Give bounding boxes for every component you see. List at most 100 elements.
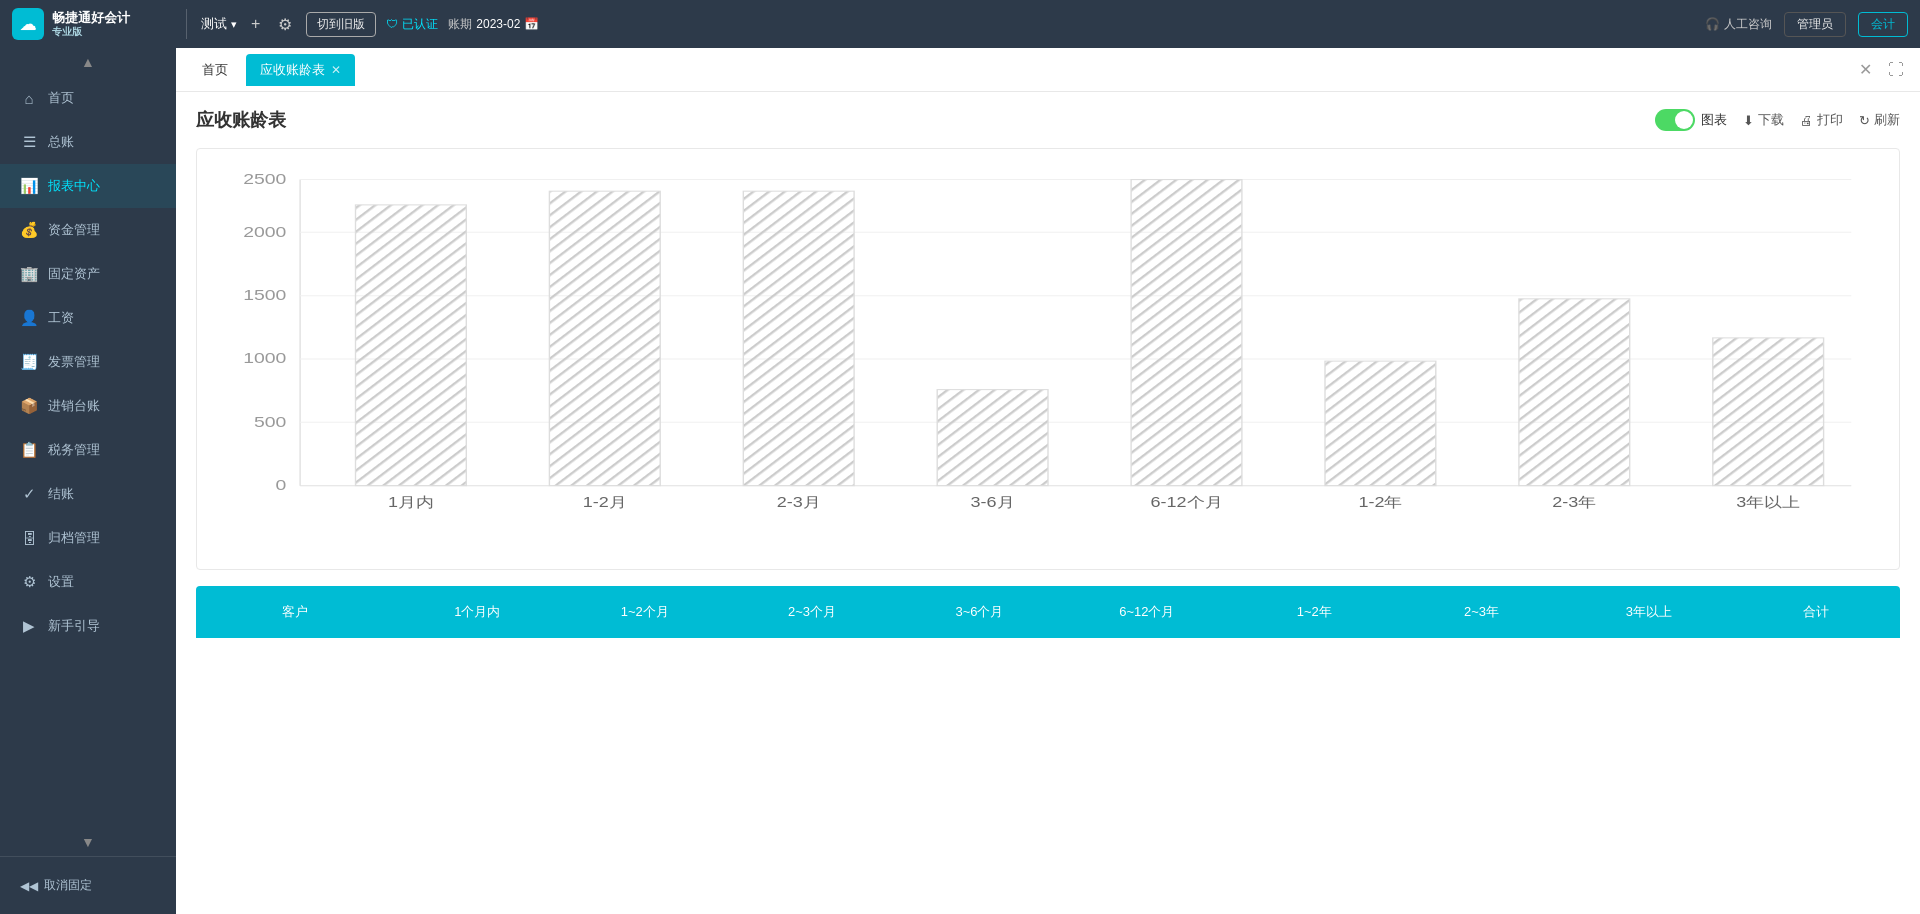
th-3year-plus: 3年以上 (1565, 603, 1732, 621)
project-selector[interactable]: 测试 ▾ (201, 15, 237, 33)
guide-icon: ▶ (20, 617, 38, 635)
accountant-button[interactable]: 会计 (1858, 12, 1908, 37)
svg-text:1-2年: 1-2年 (1358, 495, 1402, 510)
report-header: 应收账龄表 图表 ⬇ 下载 🖨 打印 (196, 108, 1900, 132)
tab-report[interactable]: 应收账龄表 ✕ (246, 54, 355, 86)
report-title: 应收账龄表 (196, 108, 286, 132)
report-container: 应收账龄表 图表 ⬇ 下载 🖨 打印 (176, 92, 1920, 914)
sidebar-item-settings[interactable]: ⚙ 设置 (0, 560, 176, 604)
bar-3年以上 (1713, 338, 1824, 486)
sidebar-scroll-up[interactable]: ▲ (79, 52, 97, 72)
expand-icon[interactable]: ⛶ (1884, 57, 1908, 83)
bar-2-3年 (1519, 299, 1630, 486)
sidebar-item-label: 进销台账 (48, 397, 100, 415)
app-edition: 专业版 (52, 26, 130, 38)
sidebar-item-assets[interactable]: 🏢 固定资产 (0, 252, 176, 296)
svg-text:2000: 2000 (243, 223, 286, 240)
sidebar-item-reports[interactable]: 📊 报表中心 (0, 164, 176, 208)
settings-button[interactable]: ⚙ (274, 11, 296, 38)
svg-text:1-2月: 1-2月 (583, 495, 627, 510)
sidebar-item-label: 报表中心 (48, 177, 100, 195)
sidebar-item-label: 固定资产 (48, 265, 100, 283)
archive-icon: 🗄 (20, 530, 38, 547)
refresh-button[interactable]: ↻ 刷新 (1859, 111, 1900, 129)
sidebar-item-label: 发票管理 (48, 353, 100, 371)
customer-service-button[interactable]: 🎧 人工咨询 (1705, 16, 1772, 33)
svg-text:2-3年: 2-3年 (1552, 495, 1596, 510)
print-icon: 🖨 (1800, 113, 1813, 128)
settings-sidebar-icon: ⚙ (20, 573, 38, 591)
print-button[interactable]: 🖨 打印 (1800, 111, 1843, 129)
calendar-icon[interactable]: 📅 (524, 17, 539, 31)
svg-text:1月内: 1月内 (388, 495, 434, 510)
sidebar-item-funds[interactable]: 💰 资金管理 (0, 208, 176, 252)
svg-text:500: 500 (254, 413, 286, 430)
sidebar-item-guide[interactable]: ▶ 新手引导 (0, 604, 176, 648)
content-area: 首页 应收账龄表 ✕ ✕ ⛶ 应收账龄表 图表 (176, 48, 1920, 914)
sidebar-item-label: 税务管理 (48, 441, 100, 459)
chart-toggle-switch[interactable] (1655, 109, 1695, 131)
bar-1月内 (356, 205, 467, 486)
sidebar: ▲ ⌂ 首页 ☰ 总账 📊 报表中心 💰 资金管理 🏢 固定资产 (0, 48, 176, 914)
logo-text: 畅捷通好会计 专业版 (52, 10, 130, 38)
tab-home[interactable]: 首页 (188, 54, 242, 86)
app-name: 畅捷通好会计 (52, 10, 130, 26)
pin-icon: ◀◀ (20, 879, 38, 893)
sidebar-item-label: 设置 (48, 573, 74, 591)
sidebar-scroll-down[interactable]: ▼ (79, 832, 97, 852)
svg-text:1000: 1000 (243, 350, 286, 367)
tab-close-icon[interactable]: ✕ (331, 63, 341, 77)
funds-icon: 💰 (20, 221, 38, 239)
refresh-icon: ↻ (1859, 113, 1870, 128)
sidebar-item-label: 结账 (48, 485, 74, 503)
manager-button[interactable]: 管理员 (1784, 12, 1846, 37)
svg-text:2500: 2500 (243, 170, 286, 187)
tab-bar-right: ✕ ⛶ (1855, 56, 1908, 83)
add-button[interactable]: + (247, 11, 264, 37)
close-window-icon[interactable]: ✕ (1855, 56, 1876, 83)
logo-icon: ☁ (12, 8, 44, 40)
salary-icon: 👤 (20, 309, 38, 327)
sidebar-item-tax[interactable]: 📋 税务管理 (0, 428, 176, 472)
sidebar-item-label: 总账 (48, 133, 74, 151)
th-1-2year: 1~2年 (1231, 603, 1398, 621)
download-button[interactable]: ⬇ 下载 (1743, 111, 1784, 129)
svg-text:0: 0 (275, 476, 286, 493)
sidebar-item-archive[interactable]: 🗄 归档管理 (0, 516, 176, 560)
print-label: 打印 (1817, 111, 1843, 129)
th-2-3month: 2~3个月 (728, 603, 895, 621)
topbar-right: 🎧 人工咨询 管理员 会计 (1705, 12, 1908, 37)
sidebar-item-label: 新手引导 (48, 617, 100, 635)
th-1month: 1个月内 (394, 603, 561, 621)
inventory-icon: 📦 (20, 397, 38, 415)
svg-text:1500: 1500 (243, 286, 286, 303)
sidebar-item-invoice[interactable]: 🧾 发票管理 (0, 340, 176, 384)
th-total: 合计 (1733, 603, 1900, 621)
switch-old-version-button[interactable]: 切到旧版 (306, 12, 376, 37)
sidebar-item-ledger[interactable]: ☰ 总账 (0, 120, 176, 164)
tab-report-label: 应收账龄表 (260, 61, 325, 79)
headset-icon: 🎧 (1705, 17, 1720, 31)
pin-label: 取消固定 (44, 877, 92, 894)
gear-icon: ⚙ (278, 15, 292, 34)
bar-1-2月 (549, 191, 660, 486)
home-icon: ⌂ (20, 90, 38, 107)
th-2-3year: 2~3年 (1398, 603, 1565, 621)
sidebar-item-closing[interactable]: ✓ 结账 (0, 472, 176, 516)
th-3-6month: 3~6个月 (896, 603, 1063, 621)
th-customer: 客户 (196, 603, 394, 621)
sidebar-item-label: 工资 (48, 309, 74, 327)
unpin-button[interactable]: ◀◀ 取消固定 (0, 867, 176, 904)
svg-text:3-6月: 3-6月 (971, 495, 1015, 510)
bar-2-3月 (743, 191, 854, 486)
sidebar-item-salary[interactable]: 👤 工资 (0, 296, 176, 340)
invoice-icon: 🧾 (20, 353, 38, 371)
report-actions: 图表 ⬇ 下载 🖨 打印 ↻ 刷新 (1655, 109, 1900, 131)
sidebar-item-label: 资金管理 (48, 221, 100, 239)
th-6-12month: 6~12个月 (1063, 603, 1230, 621)
sidebar-item-home[interactable]: ⌂ 首页 (0, 76, 176, 120)
logo-symbol: ☁ (20, 15, 36, 34)
sidebar-item-inventory[interactable]: 📦 进销台账 (0, 384, 176, 428)
svg-text:3年以上: 3年以上 (1736, 495, 1800, 510)
sidebar-item-label: 归档管理 (48, 529, 100, 547)
